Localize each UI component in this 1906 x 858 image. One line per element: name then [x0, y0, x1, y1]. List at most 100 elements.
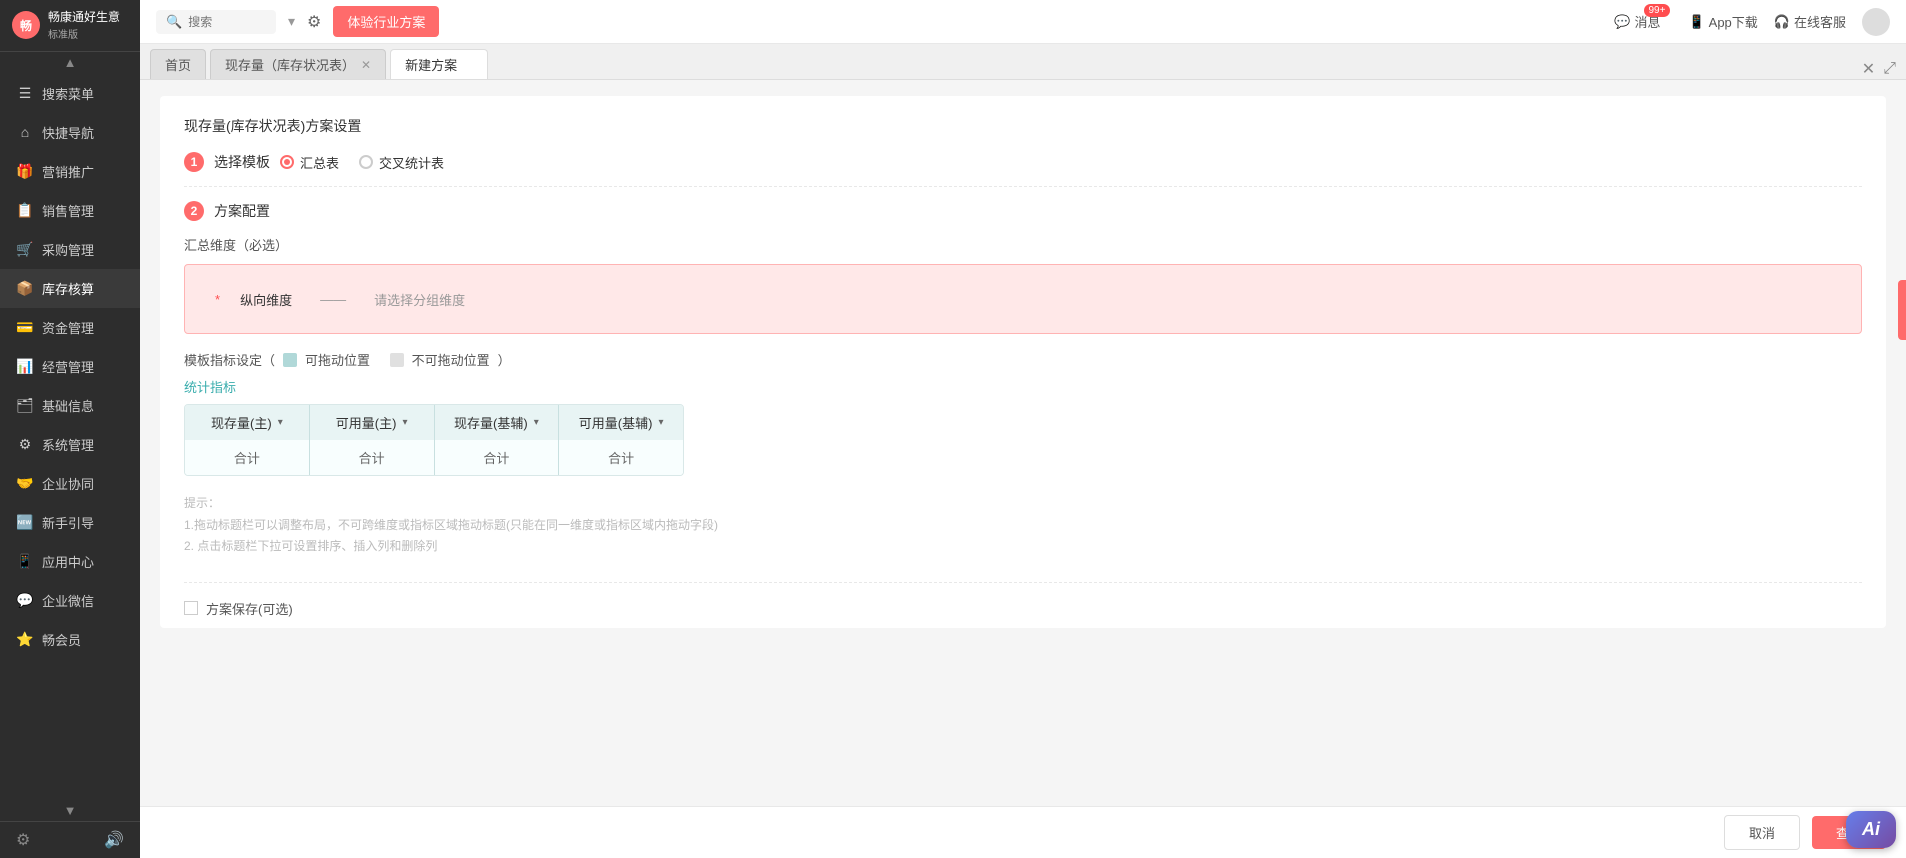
stat-col-4[interactable]: 可用量(基辅) ▾	[559, 405, 683, 440]
sidebar-item-label: 搜索菜单	[42, 84, 94, 103]
sidebar-item-basic-info[interactable]: 🗂 基础信息	[0, 386, 140, 425]
app-download-button[interactable]: 📱 App下载	[1688, 12, 1757, 31]
main: 🔍 ▾ ⚙ 体验行业方案 💬 消息 99+ 📱 App下载 🎧 在线客服	[140, 0, 1906, 858]
tips-tip1: 1.拖动标题栏可以调整布局，不可跨维度或指标区域拖动标题(只能在同一维度或指标区…	[184, 515, 1862, 537]
app-name-block: 畅康通好生意 标准版	[48, 10, 120, 41]
sidebar-item-label: 经营管理	[42, 357, 94, 376]
tab-close-all-icon[interactable]: ✕	[1862, 59, 1875, 79]
tab-new-plan-label: 新建方案	[405, 55, 457, 74]
search-icon: 🔍	[166, 14, 182, 30]
tab-expand-icon[interactable]: ⤢	[1883, 60, 1896, 78]
cta-button[interactable]: 体验行业方案	[333, 6, 439, 37]
stat-col-1[interactable]: 现存量(主) ▾	[185, 405, 310, 440]
sidebar-item-app-center[interactable]: 📱 应用中心	[0, 542, 140, 581]
dimension-section: 汇总维度（必选） * 纵向维度 —— 请选择分组维度	[184, 235, 1862, 334]
newbie-icon: 🆕	[16, 513, 34, 531]
tab-new-plan-close[interactable]: ✕	[463, 58, 473, 72]
sidebar-item-inventory[interactable]: 📦 库存核算	[0, 269, 140, 308]
right-bar-indicator	[1898, 280, 1906, 340]
sidebar-nav: ☰ 搜索菜单 ⌂ 快捷导航 🎁 营销推广 📋 销售管理 🛒 采购管理 📦 库存核…	[0, 74, 140, 799]
step2-header: 2 方案配置	[184, 201, 1862, 221]
app-edition: 标准版	[48, 26, 120, 41]
stat-col-3[interactable]: 现存量(基辅) ▾	[435, 405, 560, 440]
cancel-button[interactable]: 取消	[1724, 815, 1800, 850]
topbar-right: 💬 消息 99+ 📱 App下载 🎧 在线客服	[1614, 8, 1890, 36]
sidebar-item-finance[interactable]: 💳 资金管理	[0, 308, 140, 347]
sidebar-item-label: 系统管理	[42, 435, 94, 454]
step2-title: 方案配置	[214, 201, 270, 221]
ai-badge[interactable]: Ai	[1846, 811, 1896, 848]
sidebar-item-label: 快捷导航	[42, 123, 94, 142]
drag-indicator-icon	[283, 353, 297, 367]
no-drag-label: 不可拖动位置	[412, 350, 490, 369]
sidebar-item-marketing[interactable]: 🎁 营销推广	[0, 152, 140, 191]
user-avatar[interactable]	[1862, 8, 1890, 36]
sidebar-item-sales[interactable]: 📋 销售管理	[0, 191, 140, 230]
stat-col-1-label: 现存量(主)	[211, 413, 272, 432]
headset-icon: 🎧	[1774, 14, 1790, 30]
tips-title: 提示：	[184, 493, 1862, 515]
sidebar-item-member[interactable]: ⭐ 畅会员	[0, 620, 140, 659]
step2-badge: 2	[184, 201, 204, 221]
chevron-down-icon: ▾	[278, 417, 283, 428]
topbar-gear-icon[interactable]: ⚙	[307, 12, 321, 32]
tab-new-plan[interactable]: 新建方案 ✕	[390, 49, 488, 79]
sidebar-item-label: 应用中心	[42, 552, 94, 571]
speaker-icon[interactable]: 🔊	[104, 830, 124, 850]
sidebar-logo: 畅 畅康通好生意 标准版	[0, 0, 140, 52]
stat-col-2[interactable]: 可用量(主) ▾	[310, 405, 435, 440]
sidebar-item-wechat[interactable]: 💬 企业微信	[0, 581, 140, 620]
dimension-placeholder: 请选择分组维度	[374, 290, 465, 309]
search-menu-icon: ☰	[16, 84, 34, 102]
basic-info-icon: 🗂	[16, 396, 34, 414]
indicator-section: 模板指标设定（ 可拖动位置 不可拖动位置 ） 统计指标 现存量(主)	[184, 350, 1862, 479]
sidebar-item-operation[interactable]: 📊 经营管理	[0, 347, 140, 386]
required-mark: *	[215, 292, 220, 307]
tab-home[interactable]: 首页	[150, 49, 206, 79]
dimension-dash: ——	[320, 292, 346, 307]
sidebar-scroll-down[interactable]: ▼	[0, 799, 140, 821]
sidebar-item-label: 企业微信	[42, 591, 94, 610]
chevron-down-icon: ▾	[534, 417, 539, 428]
online-service-button[interactable]: 🎧 在线客服	[1774, 12, 1846, 31]
stat-cell-4: 合计	[559, 440, 683, 475]
radio-summary[interactable]: 汇总表	[280, 153, 339, 172]
stat-cell-3: 合计	[435, 440, 560, 475]
sidebar-item-search-menu[interactable]: ☰ 搜索菜单	[0, 74, 140, 113]
radio-cross-label: 交叉统计表	[379, 153, 444, 172]
no-drag-indicator-icon	[390, 353, 404, 367]
stat-table-header: 现存量(主) ▾ 可用量(主) ▾ 现存量(基辅) ▾	[185, 405, 683, 440]
quick-nav-icon: ⌂	[16, 123, 34, 141]
sidebar-item-quick-nav[interactable]: ⌂ 快捷导航	[0, 113, 140, 152]
topbar-dropdown-icon[interactable]: ▾	[288, 13, 295, 30]
radio-summary-circle	[280, 155, 294, 169]
messages-button[interactable]: 💬 消息 99+	[1614, 12, 1660, 31]
sidebar-item-label: 采购管理	[42, 240, 94, 259]
tab-inventory-status-close[interactable]: ✕	[361, 58, 371, 72]
sidebar-scroll-up[interactable]: ▲	[0, 52, 140, 74]
inventory-icon: 📦	[16, 279, 34, 297]
sidebar-item-system[interactable]: ⚙ 系统管理	[0, 425, 140, 464]
settings-icon[interactable]: ⚙	[16, 830, 30, 850]
save-label: 方案保存(可选)	[206, 599, 293, 618]
tab-inventory-status[interactable]: 现存量（库存状况表） ✕	[210, 49, 386, 79]
stat-col-2-label: 可用量(主)	[336, 413, 397, 432]
chevron-down-icon: ▾	[658, 417, 663, 428]
radio-summary-label: 汇总表	[300, 153, 339, 172]
step1-title: 选择模板	[214, 152, 270, 172]
sidebar-item-label: 资金管理	[42, 318, 94, 337]
system-icon: ⚙	[16, 435, 34, 453]
search-input[interactable]	[188, 15, 268, 29]
step2-section: 2 方案配置 汇总维度（必选） * 纵向维度 —— 请选择分组维度	[184, 201, 1862, 558]
purchase-icon: 🛒	[16, 240, 34, 258]
drag-label: 可拖动位置	[305, 350, 370, 369]
sidebar-item-label: 基础信息	[42, 396, 94, 415]
sidebar-item-enterprise[interactable]: 🤝 企业协同	[0, 464, 140, 503]
sidebar-item-newbie[interactable]: 🆕 新手引导	[0, 503, 140, 542]
stat-col-4-label: 可用量(基辅)	[579, 413, 653, 432]
search-box[interactable]: 🔍	[156, 10, 276, 34]
save-checkbox[interactable]	[184, 601, 198, 615]
radio-cross[interactable]: 交叉统计表	[359, 153, 444, 172]
closing-paren: ）	[498, 350, 511, 369]
sidebar-item-purchase[interactable]: 🛒 采购管理	[0, 230, 140, 269]
